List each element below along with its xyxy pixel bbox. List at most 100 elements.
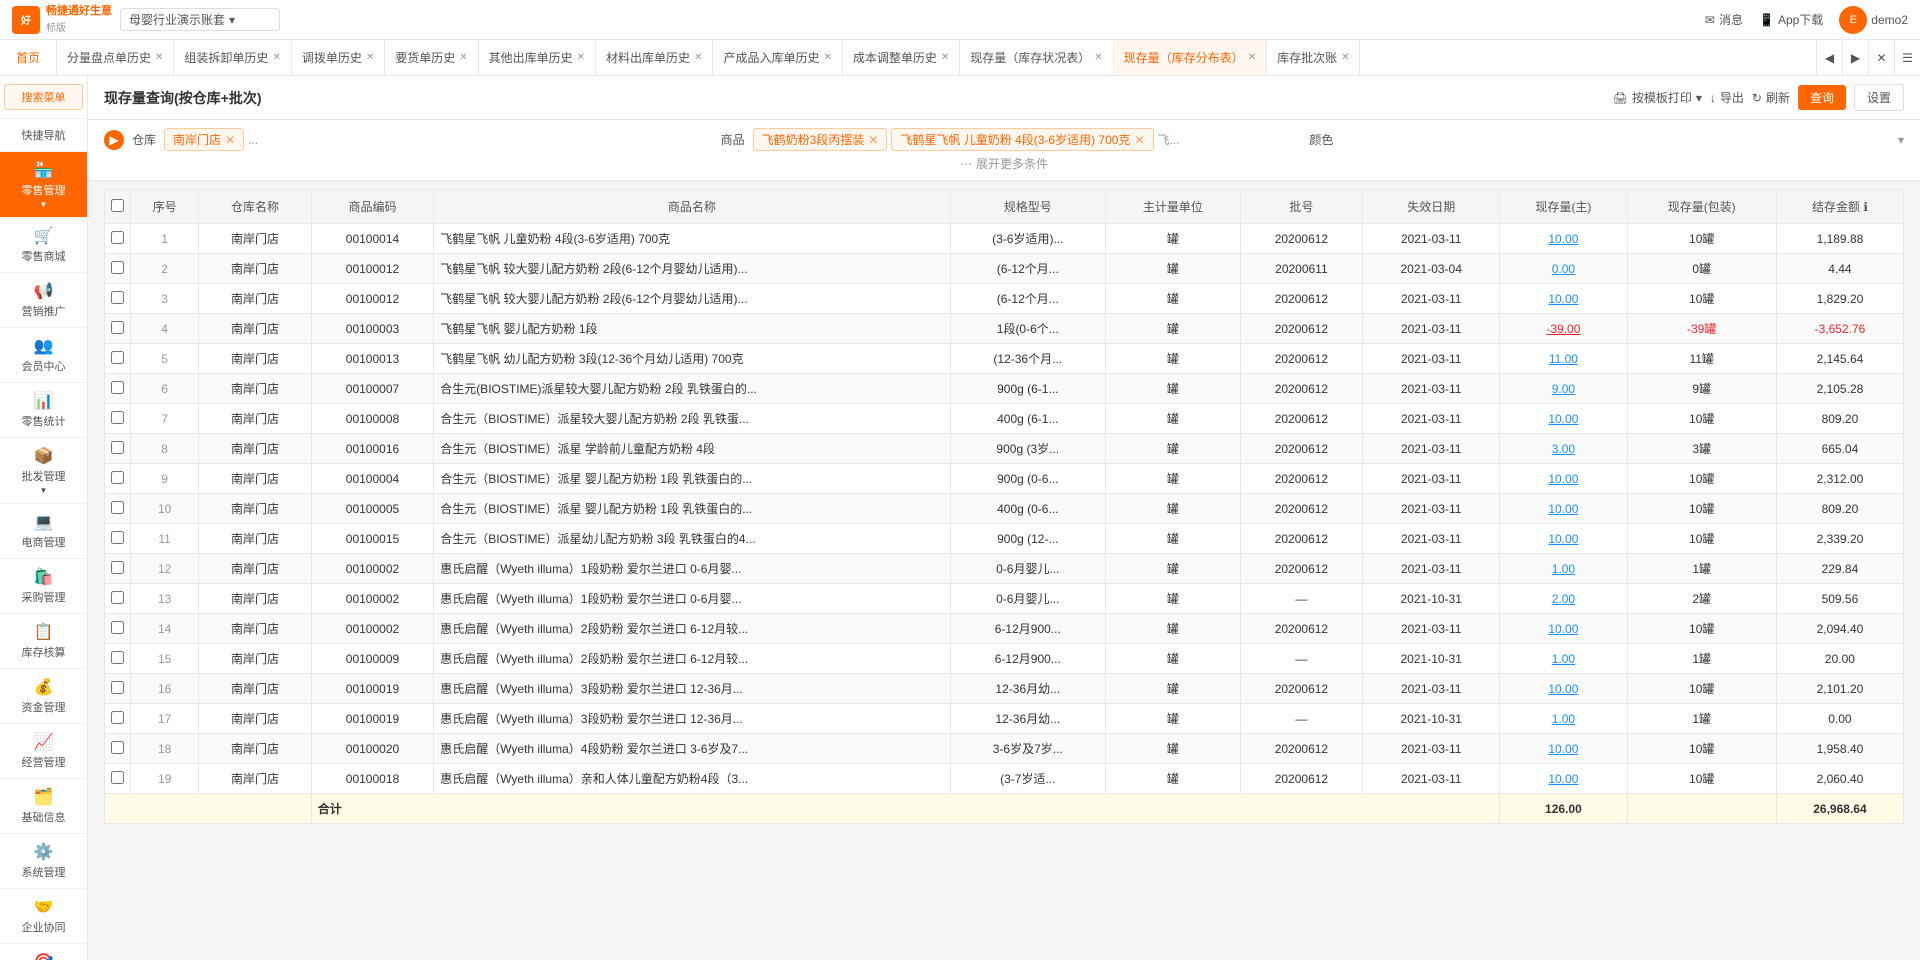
warehouse-select[interactable]: 母婴行业演示账套 ▾ [120,8,280,31]
row-qty-main-13[interactable]: 10.00 [1500,614,1627,644]
row-qty-main-15[interactable]: 10.00 [1500,674,1627,704]
tab-fenpan[interactable]: 分量盘点单历史 ✕ [57,40,174,75]
row-qty-main-4[interactable]: 11.00 [1500,344,1627,374]
tab-close-all-button[interactable]: ✕ [1868,40,1894,76]
row-checkbox-2[interactable] [105,284,131,314]
tab-close-fenpan[interactable]: ✕ [155,52,163,63]
row-qty-main-16[interactable]: 1.00 [1500,704,1627,734]
row-checkbox-3[interactable] [105,314,131,344]
search-menu-button[interactable]: 搜索菜单 [4,84,83,110]
product-tag-2[interactable]: 飞鹤星飞帆 儿童奶粉 4段(3-6岁适用) 700克 ✕ [891,128,1153,151]
row-checkbox-17[interactable] [105,734,131,764]
tab-next-button[interactable]: ▶ [1842,40,1868,76]
row-checkbox-10[interactable] [105,524,131,554]
app-download-button[interactable]: 📱 App下载 [1759,11,1823,28]
row-checkbox-6[interactable] [105,404,131,434]
sidebar-item-operations[interactable]: 📈 经营管理 [0,724,87,779]
tab-chengben[interactable]: 成本调整单历史 ✕ [843,40,960,75]
row-qty-main-9[interactable]: 10.00 [1500,494,1627,524]
row-checkbox-4[interactable] [105,344,131,374]
row-qty-main-12[interactable]: 2.00 [1500,584,1627,614]
tab-yaohuo[interactable]: 要货单历史 ✕ [385,40,478,75]
row-qty-main-18[interactable]: 10.00 [1500,764,1627,794]
tab-close-cailiao[interactable]: ✕ [694,52,702,63]
quick-nav-button[interactable]: 快捷导航 [0,123,87,147]
print-button[interactable]: 🖨 按模板打印 ▾ [1613,89,1702,106]
user-menu[interactable]: E demo2 [1839,6,1908,34]
tab-close-yaohuo[interactable]: ✕ [459,52,467,63]
tab-menu-button[interactable]: ☰ [1894,40,1920,76]
row-qty-main-0[interactable]: 10.00 [1500,224,1627,254]
filter-toggle-button[interactable]: ▶ [104,130,124,150]
tab-close-qita[interactable]: ✕ [577,52,585,63]
warehouse-tag-close[interactable]: ✕ [225,133,235,147]
tab-close-xiancun-dist[interactable]: ✕ [1248,52,1256,63]
select-all-checkbox[interactable] [111,199,124,212]
row-checkbox-8[interactable] [105,464,131,494]
tab-chengpin[interactable]: 产成品入库单历史 ✕ [713,40,842,75]
row-checkbox-13[interactable] [105,614,131,644]
row-checkbox-5[interactable] [105,374,131,404]
sidebar-item-guide[interactable]: 🎯 新手引导 [0,944,87,960]
row-qty-main-11[interactable]: 1.00 [1500,554,1627,584]
row-qty-main-7[interactable]: 3.00 [1500,434,1627,464]
sidebar-item-basic-info[interactable]: 🗂️ 基础信息 [0,779,87,834]
sidebar-item-retail-mgmt[interactable]: 🏪 零售管理 ▼ [0,152,87,218]
row-checkbox-15[interactable] [105,674,131,704]
row-qty-main-5[interactable]: 9.00 [1500,374,1627,404]
tab-prev-button[interactable]: ◀ [1816,40,1842,76]
row-qty-main-3[interactable]: -39.00 [1500,314,1627,344]
tab-xiancun-status[interactable]: 现存量（库存状况表） ✕ [960,40,1113,75]
sidebar-item-marketing[interactable]: 📢 营销推广 [0,273,87,328]
row-checkbox-16[interactable] [105,704,131,734]
row-qty-main-8[interactable]: 10.00 [1500,464,1627,494]
row-qty-main-17[interactable]: 10.00 [1500,734,1627,764]
tab-close-chengpin[interactable]: ✕ [823,52,831,63]
tab-qita[interactable]: 其他出库单历史 ✕ [479,40,596,75]
row-checkbox-11[interactable] [105,554,131,584]
row-checkbox-14[interactable] [105,644,131,674]
export-button[interactable]: ↓ 导出 [1710,89,1744,106]
header-checkbox[interactable] [105,190,131,224]
refresh-button[interactable]: ↻ 刷新 [1752,89,1790,106]
tab-cailiao[interactable]: 材料出库单历史 ✕ [596,40,713,75]
tab-xiancun-dist[interactable]: 现存量（库存分布表） ✕ [1114,40,1267,75]
row-checkbox-9[interactable] [105,494,131,524]
sidebar-item-retail-stats[interactable]: 📊 零售统计 [0,383,87,438]
row-qty-main-14[interactable]: 1.00 [1500,644,1627,674]
row-checkbox-1[interactable] [105,254,131,284]
sidebar-item-ecommerce[interactable]: 💻 电商管理 [0,504,87,559]
row-qty-main-2[interactable]: 10.00 [1500,284,1627,314]
row-checkbox-12[interactable] [105,584,131,614]
tab-close-diaoping[interactable]: ✕ [366,52,374,63]
message-button[interactable]: ✉ 消息 [1705,11,1743,28]
row-checkbox-7[interactable] [105,434,131,464]
row-checkbox-18[interactable] [105,764,131,794]
sidebar-item-retail-shop[interactable]: 🛒 零售商城 [0,218,87,273]
sidebar-item-wholesale[interactable]: 📦 批发管理 ▼ [0,438,87,504]
sidebar-item-collab[interactable]: 🤝 企业协同 [0,889,87,944]
expand-filter-button[interactable]: ⋯ 展开更多条件 [104,155,1904,172]
product-tag-1[interactable]: 飞鹤奶粉3段丙摆装 ✕ [753,128,888,151]
tab-home[interactable]: 首页 [0,40,57,75]
row-qty-main-6[interactable]: 10.00 [1500,404,1627,434]
settings-button[interactable]: 设置 [1854,84,1904,111]
row-checkbox-0[interactable] [105,224,131,254]
row-qty-main-1[interactable]: 0.00 [1500,254,1627,284]
sidebar-item-system[interactable]: ⚙️ 系统管理 [0,834,87,889]
sidebar-item-finance[interactable]: 💰 资金管理 [0,669,87,724]
product-tag-1-close[interactable]: ✕ [868,133,878,147]
tab-kucun-batch[interactable]: 库存批次账 ✕ [1267,40,1360,75]
tab-close-zuzhuang[interactable]: ✕ [272,52,280,63]
sidebar-item-inventory[interactable]: 📋 库存核算 [0,614,87,669]
warehouse-tag[interactable]: 南岸门店 ✕ [164,128,244,151]
tab-zuzhuang[interactable]: 组装拆卸单历史 ✕ [174,40,291,75]
product-tag-2-close[interactable]: ✕ [1134,133,1144,147]
query-button[interactable]: 查询 [1798,85,1846,110]
row-qty-main-10[interactable]: 10.00 [1500,524,1627,554]
tab-diaoping[interactable]: 调拨单历史 ✕ [292,40,385,75]
tab-close-chengben[interactable]: ✕ [941,52,949,63]
sidebar-item-member[interactable]: 👥 会员中心 [0,328,87,383]
tab-close-xiancun-status[interactable]: ✕ [1094,52,1102,63]
tab-close-kucun-batch[interactable]: ✕ [1341,52,1349,63]
